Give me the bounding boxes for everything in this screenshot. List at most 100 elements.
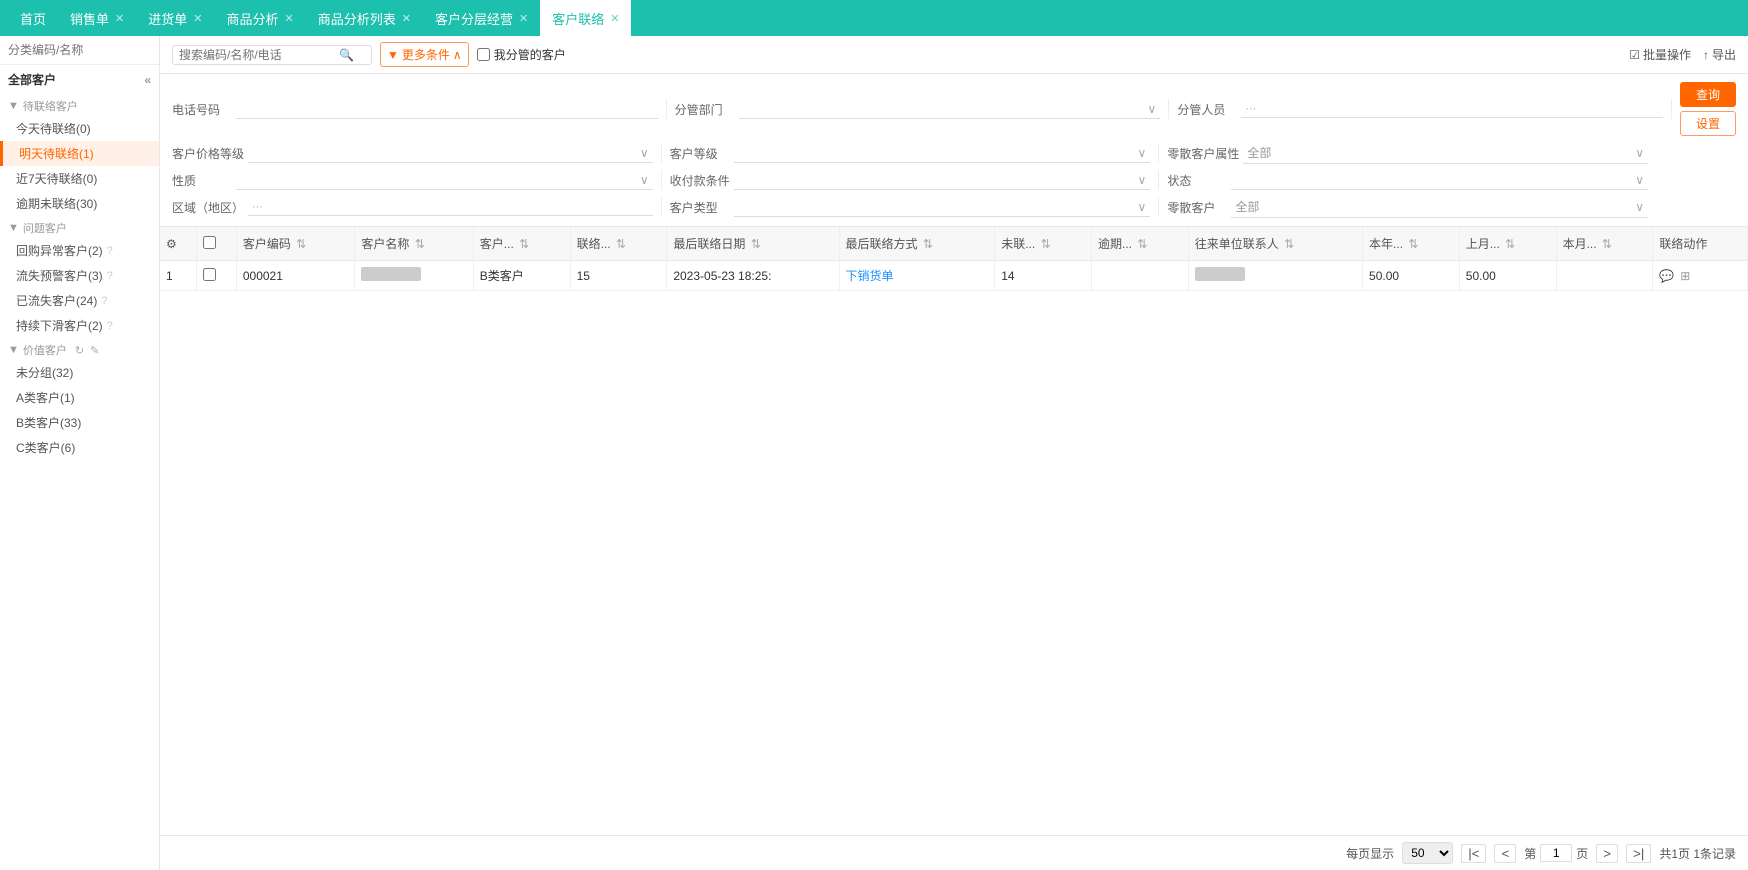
help-icon[interactable]: ? (107, 320, 113, 332)
filter-select-customer-level[interactable]: ∨ (734, 144, 1151, 163)
chevron-down-icon: ∨ (640, 146, 649, 160)
col-unit-contact[interactable]: 往来单位联系人 ⇅ (1188, 227, 1362, 261)
sidebar-all-customers[interactable]: 全部客户 « (0, 65, 159, 94)
filter-label-retail-attr: 零散客户属性 (1167, 145, 1239, 162)
col-last-month[interactable]: 上月... ⇅ (1459, 227, 1556, 261)
close-icon[interactable]: ✕ (610, 12, 619, 25)
close-icon[interactable]: ✕ (402, 12, 411, 25)
row-last-method[interactable]: 下销货单 (839, 261, 995, 291)
sidebar-item-repeat[interactable]: 回购异常客户(2) ? (0, 238, 159, 263)
close-icon[interactable]: ✕ (115, 12, 124, 25)
nav-sales[interactable]: 销售单 ✕ (58, 0, 136, 36)
action-icons: 💬 ⊞ (1659, 269, 1741, 283)
filter-more-button[interactable]: ▼ 更多条件 ∧ (380, 42, 469, 67)
last-method-link[interactable]: 下销货单 (846, 269, 894, 283)
last-page-button[interactable]: >| (1626, 844, 1651, 863)
row-select-checkbox[interactable] (203, 268, 216, 281)
help-icon[interactable]: ? (107, 245, 113, 257)
col-type[interactable]: 客户... ⇅ (473, 227, 570, 261)
next-page-button[interactable]: > (1596, 844, 1618, 863)
filter-select-payment[interactable]: ∨ (734, 171, 1151, 190)
page-label: 第 (1524, 845, 1536, 862)
filter-field-region: 区域（地区） ··· (172, 199, 653, 216)
search-input[interactable] (179, 48, 339, 62)
filter-select-retail-attr[interactable]: 全部 ∨ (1243, 142, 1648, 164)
filter-row-3: 性质 ∨ 收付款条件 ∨ 状态 (172, 170, 1736, 190)
close-icon[interactable]: ✕ (519, 12, 528, 25)
nav-analysis[interactable]: 商品分析 ✕ (214, 0, 305, 36)
help-icon[interactable]: ? (101, 295, 107, 307)
nav-home[interactable]: 首页 (8, 0, 58, 36)
nav-purchase[interactable]: 进货单 ✕ (136, 0, 214, 36)
sidebar-item-declining[interactable]: 持续下滑客户(2) ? (0, 313, 159, 338)
sidebar-item-c-class[interactable]: C类客户(6) (0, 435, 159, 460)
filter-select-nature[interactable]: ∨ (236, 171, 653, 190)
my-customers-checkbox-label[interactable]: 我分管的客户 (477, 46, 566, 63)
col-code[interactable]: 客户编码 ⇅ (236, 227, 354, 261)
page-input[interactable] (1540, 844, 1572, 862)
sidebar-group-problem: ▼ 问题客户 (0, 216, 159, 238)
filter-field-dept: 分管部门 ∨ (675, 100, 1161, 119)
nav-analysis-list[interactable]: 商品分析列表 ✕ (306, 0, 423, 36)
sidebar-search-input[interactable] (8, 43, 160, 57)
col-this-year[interactable]: 本年... ⇅ (1363, 227, 1460, 261)
filter-select-region[interactable]: ··· (248, 199, 653, 216)
filter-field-phone: 电话号码 (172, 100, 658, 119)
col-this-month[interactable]: 本月... ⇅ (1556, 227, 1653, 261)
filter-field-status: 状态 ∨ (1167, 171, 1648, 190)
filter-select-customer-type[interactable]: ∨ (734, 198, 1151, 217)
sort-icon: ⇅ (923, 237, 933, 251)
filter-input-phone[interactable] (236, 100, 658, 119)
my-customers-checkbox[interactable] (477, 48, 490, 61)
sidebar-item-churned[interactable]: 已流失客户(24) ? (0, 288, 159, 313)
filter-label-nature: 性质 (172, 172, 232, 189)
filter-select-price-level[interactable]: ∨ (248, 144, 653, 163)
search-button[interactable]: 🔍 (339, 48, 354, 62)
per-page-select[interactable]: 50 20 100 200 (1402, 842, 1453, 864)
export-button[interactable]: ↑ 导出 (1703, 46, 1736, 63)
sidebar-item-lost[interactable]: 流失预警客户(3) ? (0, 263, 159, 288)
sidebar-item-ungraded[interactable]: 未分组(32) (0, 360, 159, 385)
filter-label-region: 区域（地区） (172, 199, 244, 216)
select-all-checkbox[interactable] (203, 236, 216, 249)
sidebar-item-tomorrow[interactable]: 明天待联络(1) (0, 141, 159, 166)
prev-page-button[interactable]: < (1494, 844, 1516, 863)
col-name[interactable]: 客户名称 ⇅ (355, 227, 473, 261)
edit-icon[interactable]: ✎ (90, 344, 99, 357)
col-last-date[interactable]: 最后联络日期 ⇅ (667, 227, 839, 261)
chevron-down-icon: ∨ (1138, 173, 1147, 187)
table-row: 1 000021 B类客户 15 2023-05-23 18:25: 下销货单 … (160, 261, 1748, 291)
sidebar-item-a-class[interactable]: A类客户(1) (0, 385, 159, 410)
help-icon[interactable]: ? (107, 270, 113, 282)
close-icon[interactable]: ✕ (193, 12, 202, 25)
filter-field-customer-level: 客户等级 ∨ (670, 144, 1151, 163)
sidebar-item-today[interactable]: 今天待联络(0) (0, 116, 159, 141)
sort-icon: ⇅ (519, 237, 529, 251)
col-overdue[interactable]: 逾期... ⇅ (1091, 227, 1188, 261)
col-contacts[interactable]: 联络... ⇅ (570, 227, 667, 261)
sidebar-item-b-class[interactable]: B类客户(33) (0, 410, 159, 435)
nav-customer-tier[interactable]: 客户分层经营 ✕ (423, 0, 540, 36)
filter-select-status[interactable]: ∨ (1231, 171, 1648, 190)
sort-icon: ⇅ (1602, 237, 1612, 251)
sidebar-item-week[interactable]: 近7天待联络(0) (0, 166, 159, 191)
filter-select-manager[interactable]: ··· (1241, 101, 1663, 118)
first-page-button[interactable]: |< (1461, 844, 1486, 863)
batch-operation-button[interactable]: ☑ 批量操作 (1629, 46, 1691, 63)
grid-icon[interactable]: ⊞ (1680, 269, 1690, 283)
col-un-contact[interactable]: 未联... ⇅ (995, 227, 1092, 261)
comment-icon[interactable]: 💬 (1659, 269, 1674, 283)
col-settings[interactable]: ⚙ (160, 227, 196, 261)
query-button[interactable]: 查询 (1680, 82, 1736, 107)
settings-button[interactable]: 设置 (1680, 111, 1736, 136)
col-last-method[interactable]: 最后联络方式 ⇅ (839, 227, 995, 261)
more-icon: ··· (252, 201, 263, 213)
filter-select-retail-customer[interactable]: 全部 ∨ (1231, 196, 1648, 218)
sidebar-item-overdue[interactable]: 逾期未联络(30) (0, 191, 159, 216)
filter-select-dept[interactable]: ∨ (739, 100, 1161, 119)
nav-customer-contact[interactable]: 客户联络 ✕ (540, 0, 631, 36)
pagination-footer: 每页显示 50 20 100 200 |< < 第 页 > >| 共1页 1条记… (160, 835, 1748, 870)
close-icon[interactable]: ✕ (285, 12, 294, 25)
refresh-icon[interactable]: ↻ (75, 344, 84, 357)
row-type: B类客户 (473, 261, 570, 291)
